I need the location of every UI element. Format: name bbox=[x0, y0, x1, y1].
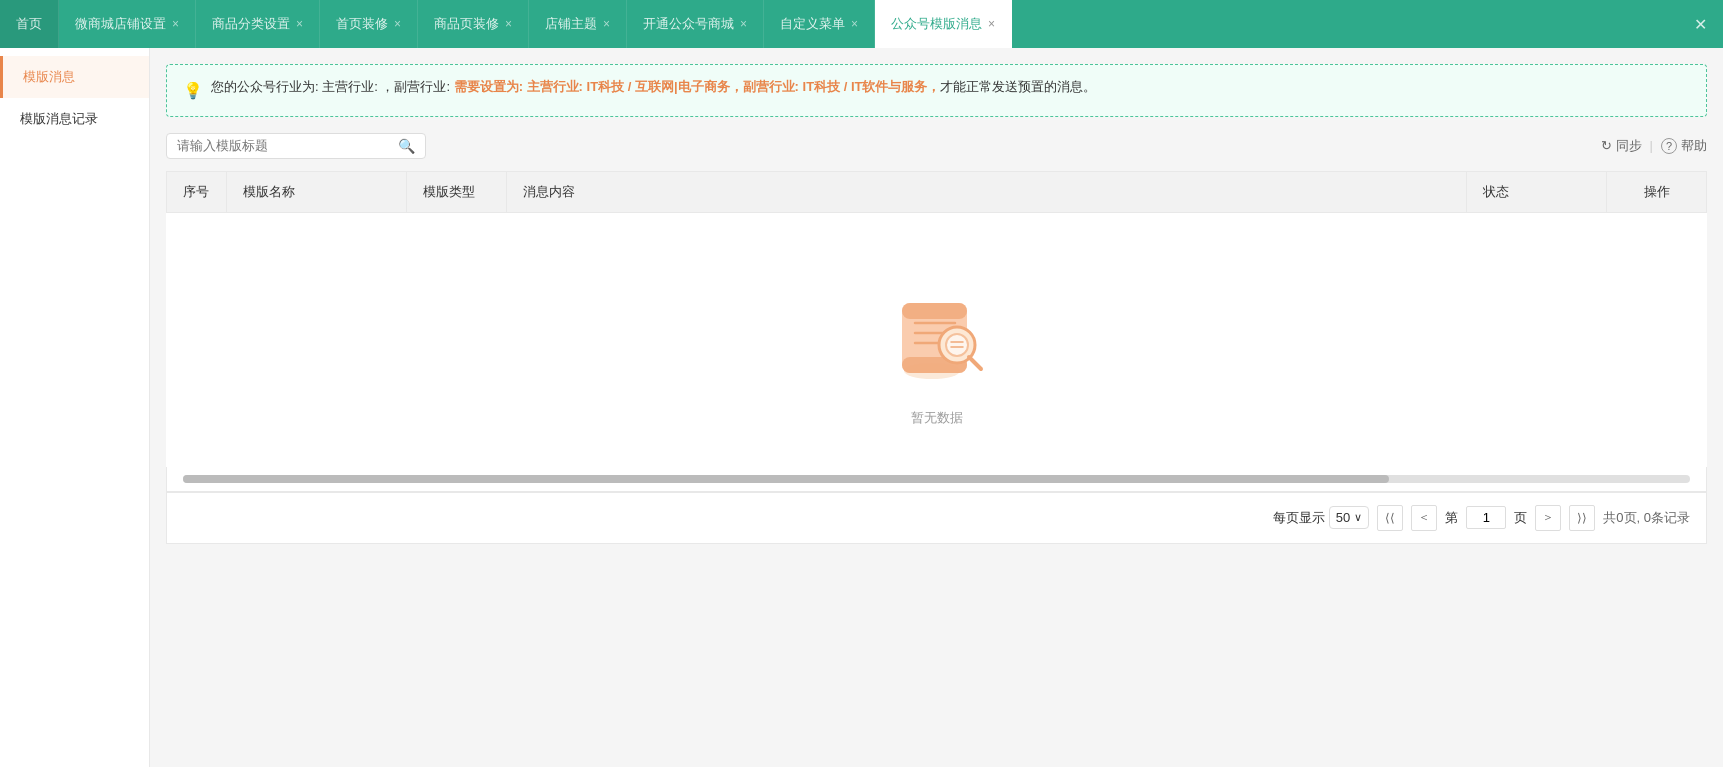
main-layout: 模版消息 模版消息记录 💡 您的公众号行业为: 主营行业: ，副营行业: 需要设… bbox=[0, 48, 1723, 767]
sync-label: 同步 bbox=[1616, 137, 1642, 155]
table-header-row: 序号 模版名称 模版类型 消息内容 状态 操作 bbox=[167, 171, 1707, 212]
nav-tab-product-decor[interactable]: 商品页装修 × bbox=[418, 0, 529, 48]
col-header-action: 操作 bbox=[1607, 171, 1707, 212]
help-button[interactable]: ? 帮助 bbox=[1661, 137, 1707, 155]
svg-point-8 bbox=[946, 334, 968, 356]
nav-tab-custom-menu[interactable]: 自定义菜单 × bbox=[764, 0, 875, 48]
sync-button[interactable]: ↻ 同步 bbox=[1601, 137, 1642, 155]
nav-tab-home-label: 首页 bbox=[16, 15, 42, 33]
nav-tab-shop-settings-label: 微商城店铺设置 bbox=[75, 15, 166, 33]
last-page-icon: ⟩⟩ bbox=[1577, 511, 1587, 525]
search-bar: 🔍 ↻ 同步 | ? 帮助 bbox=[166, 133, 1707, 159]
page-size-select[interactable]: 50 ∨ bbox=[1329, 506, 1369, 529]
close-template-msg[interactable]: × bbox=[988, 17, 995, 31]
close-custom-menu[interactable]: × bbox=[851, 17, 858, 31]
empty-state: 暂无数据 bbox=[166, 213, 1707, 467]
toolbar-right: ↻ 同步 | ? 帮助 bbox=[1601, 137, 1707, 155]
svg-rect-2 bbox=[902, 303, 967, 319]
last-page-button[interactable]: ⟩⟩ bbox=[1569, 505, 1595, 531]
nav-tab-product-decor-label: 商品页装修 bbox=[434, 15, 499, 33]
search-input[interactable] bbox=[177, 138, 398, 153]
sidebar-item-template-record-label: 模版消息记录 bbox=[20, 111, 98, 126]
notice-banner: 💡 您的公众号行业为: 主营行业: ，副营行业: 需要设置为: 主营行业: IT… bbox=[166, 64, 1707, 117]
next-page-icon: ＞ bbox=[1542, 509, 1554, 526]
sidebar-item-template-msg[interactable]: 模版消息 bbox=[0, 56, 149, 98]
close-open-mall[interactable]: × bbox=[740, 17, 747, 31]
pagination: 每页显示 50 ∨ ⟨⟨ ＜ 第 页 ＞ ⟩⟩ 共0页, 0条记录 bbox=[166, 492, 1707, 544]
empty-text: 暂无数据 bbox=[186, 409, 1687, 427]
nav-tab-open-mall[interactable]: 开通公众号商城 × bbox=[627, 0, 764, 48]
col-header-no: 序号 bbox=[167, 171, 227, 212]
nav-tab-shop-theme[interactable]: 店铺主题 × bbox=[529, 0, 627, 48]
sidebar: 模版消息 模版消息记录 bbox=[0, 48, 150, 767]
next-page-button[interactable]: ＞ bbox=[1535, 505, 1561, 531]
nav-tab-category-settings[interactable]: 商品分类设置 × bbox=[196, 0, 320, 48]
close-all-tabs[interactable]: ✕ bbox=[1678, 15, 1723, 34]
sidebar-item-template-msg-label: 模版消息 bbox=[23, 69, 75, 84]
scrollbar-thumb bbox=[183, 475, 1389, 483]
page-label: 第 bbox=[1445, 509, 1458, 527]
nav-tab-category-label: 商品分类设置 bbox=[212, 15, 290, 33]
content-area: 💡 您的公众号行业为: 主营行业: ，副营行业: 需要设置为: 主营行业: IT… bbox=[150, 48, 1723, 767]
sidebar-item-template-record[interactable]: 模版消息记录 bbox=[0, 98, 149, 140]
col-header-content: 消息内容 bbox=[507, 171, 1467, 212]
nav-tab-shop-theme-label: 店铺主题 bbox=[545, 15, 597, 33]
per-page-label: 每页显示 bbox=[1273, 509, 1325, 527]
data-table: 序号 模版名称 模版类型 消息内容 状态 操作 bbox=[166, 171, 1707, 213]
nav-tab-home-decor[interactable]: 首页装修 × bbox=[320, 0, 418, 48]
nav-tab-home[interactable]: 首页 bbox=[0, 0, 59, 48]
empty-illustration bbox=[877, 273, 997, 393]
svg-line-9 bbox=[969, 357, 981, 369]
close-product-decor[interactable]: × bbox=[505, 17, 512, 31]
close-shop-theme[interactable]: × bbox=[603, 17, 610, 31]
page-unit: 页 bbox=[1514, 509, 1527, 527]
first-page-button[interactable]: ⟨⟨ bbox=[1377, 505, 1403, 531]
search-icon[interactable]: 🔍 bbox=[398, 138, 415, 154]
fake-scrollbar[interactable] bbox=[183, 475, 1690, 483]
help-label: 帮助 bbox=[1681, 137, 1707, 155]
search-input-wrap: 🔍 bbox=[166, 133, 426, 159]
close-category[interactable]: × bbox=[296, 17, 303, 31]
nav-tab-custom-menu-label: 自定义菜单 bbox=[780, 15, 845, 33]
nav-tab-template-msg[interactable]: 公众号模版消息 × bbox=[875, 0, 1012, 48]
scrollbar-row bbox=[166, 467, 1707, 492]
per-page-select-wrap: 每页显示 50 ∨ bbox=[1273, 506, 1369, 529]
first-page-icon: ⟨⟨ bbox=[1385, 511, 1395, 525]
bulb-icon: 💡 bbox=[183, 78, 203, 104]
col-header-name: 模版名称 bbox=[227, 171, 407, 212]
prev-page-button[interactable]: ＜ bbox=[1411, 505, 1437, 531]
nav-tab-template-msg-label: 公众号模版消息 bbox=[891, 15, 982, 33]
nav-tab-shop-settings[interactable]: 微商城店铺设置 × bbox=[59, 0, 196, 48]
notice-text: 您的公众号行业为: 主营行业: ，副营行业: 需要设置为: 主营行业: IT科技… bbox=[211, 77, 1096, 98]
toolbar-divider: | bbox=[1650, 138, 1653, 153]
nav-tab-open-mall-label: 开通公众号商城 bbox=[643, 15, 734, 33]
page-input[interactable] bbox=[1466, 506, 1506, 529]
page-total: 共0页, 0条记录 bbox=[1603, 509, 1690, 527]
close-home-decor[interactable]: × bbox=[394, 17, 401, 31]
col-header-status: 状态 bbox=[1467, 171, 1607, 212]
top-nav: 首页 微商城店铺设置 × 商品分类设置 × 首页装修 × 商品页装修 × 店铺主… bbox=[0, 0, 1723, 48]
close-shop-settings[interactable]: × bbox=[172, 17, 179, 31]
chevron-down-icon: ∨ bbox=[1354, 511, 1362, 524]
col-header-type: 模版类型 bbox=[407, 171, 507, 212]
help-icon: ? bbox=[1661, 138, 1677, 154]
sync-icon: ↻ bbox=[1601, 138, 1612, 153]
page-size-value: 50 bbox=[1336, 510, 1350, 525]
notice-highlight: 需要设置为: 主营行业: IT科技 / 互联网|电子商务，副营行业: IT科技 … bbox=[454, 79, 941, 94]
prev-page-icon: ＜ bbox=[1418, 509, 1430, 526]
nav-tab-home-decor-label: 首页装修 bbox=[336, 15, 388, 33]
